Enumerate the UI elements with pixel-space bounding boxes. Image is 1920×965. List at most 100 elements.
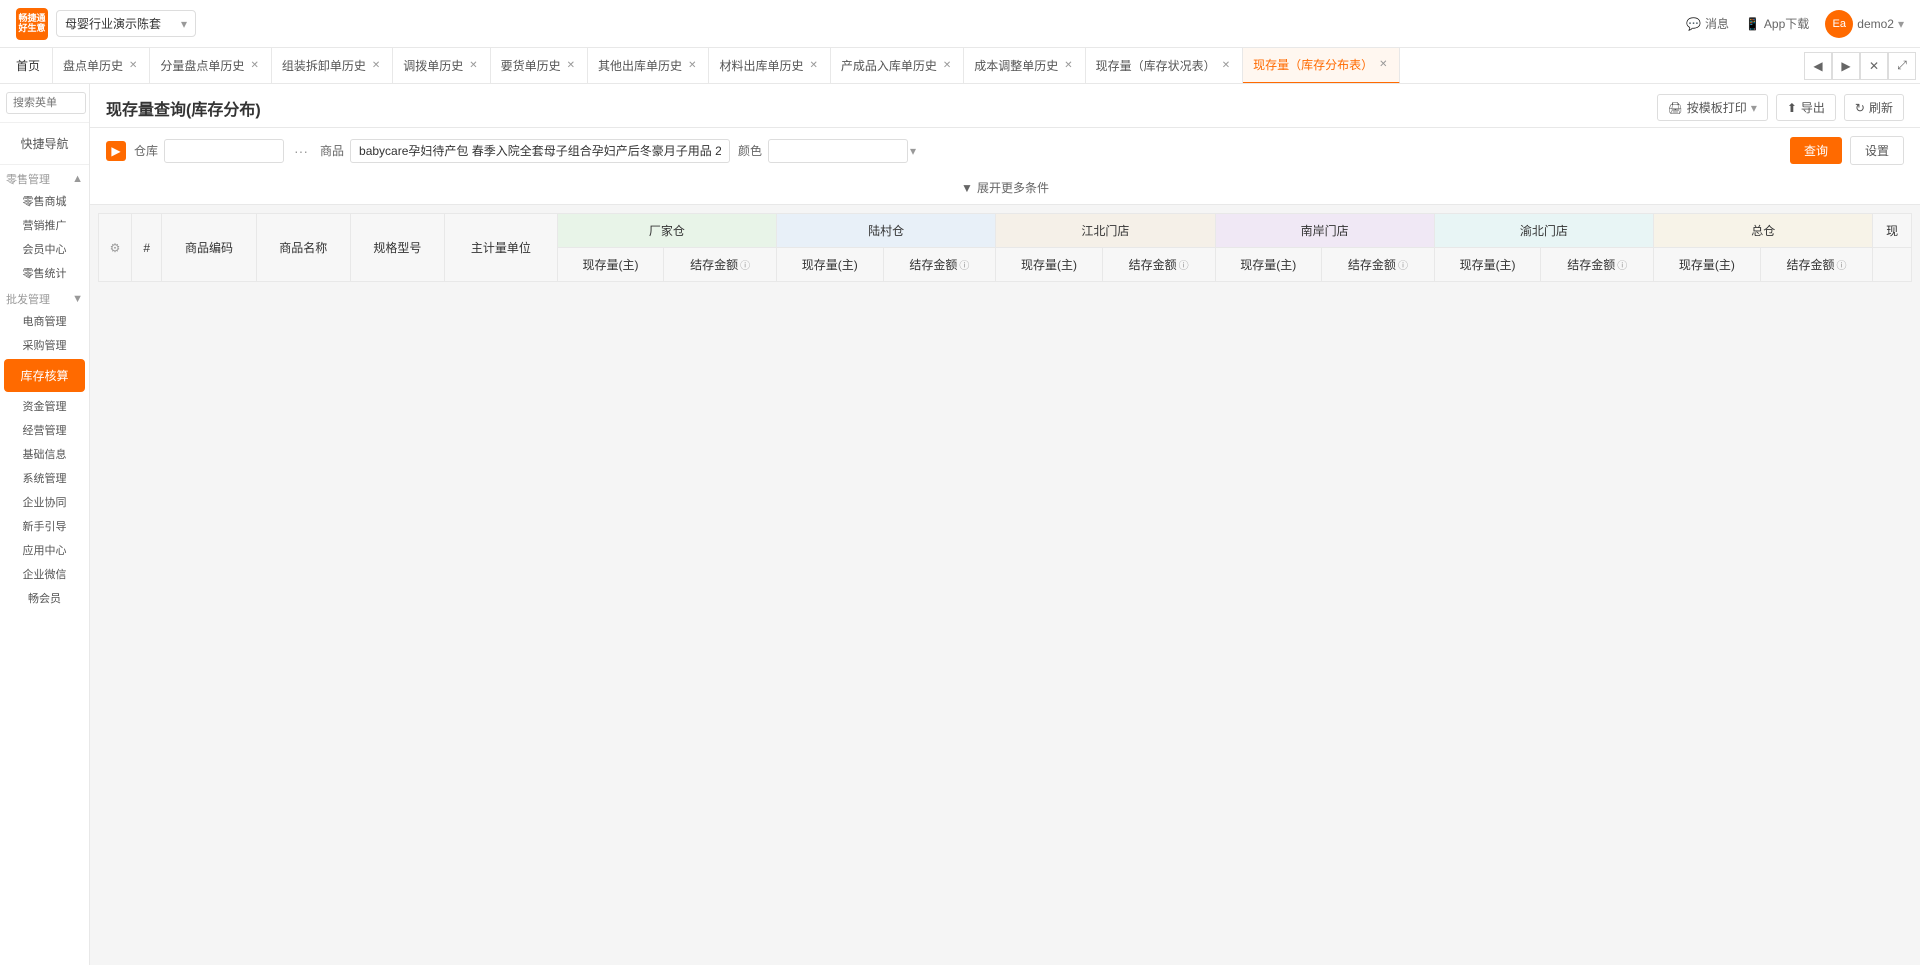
user-chevron-icon: ▾ — [1898, 17, 1904, 31]
tab-3[interactable]: 组装拆卸单历史 ✕ — [272, 48, 393, 84]
sidebar-quick-nav: 快捷导航 — [0, 123, 89, 165]
tab-prev-button[interactable]: ◀ — [1804, 52, 1832, 80]
settings-gear-icon[interactable]: ⚙ — [105, 238, 125, 258]
sidebar-item-collab[interactable]: 企业协同 — [0, 490, 89, 514]
refresh-button[interactable]: ↻ 刷新 — [1844, 94, 1904, 121]
warehouse-label: 仓库 — [134, 142, 158, 159]
nanan-info-icon[interactable]: ⓘ — [1398, 257, 1408, 272]
logo-area: 畅捷通好生意 — [16, 8, 48, 40]
query-button[interactable]: 查询 — [1790, 137, 1842, 164]
tab-1-close[interactable]: ✕ — [127, 58, 139, 73]
sidebar-item-purchase[interactable]: 采购管理 — [0, 333, 89, 357]
color-input[interactable] — [768, 139, 908, 163]
tab-4-close[interactable]: ✕ — [467, 58, 479, 73]
changjia-info-icon[interactable]: ⓘ — [740, 257, 750, 272]
sidebar-item-ecommerce[interactable]: 电商管理 — [0, 309, 89, 333]
tab-10[interactable]: 现存量（库存状况表） ✕ — [1086, 48, 1243, 84]
sidebar-item-apps[interactable]: 应用中心 — [0, 538, 89, 562]
sidebar-item-retail-mgmt[interactable]: 零售管理 ▲ — [0, 165, 89, 189]
tab-2-label: 分量盘点单历史 — [160, 57, 244, 74]
sidebar-item-quick-nav[interactable]: 快捷导航 — [0, 127, 89, 160]
industry-selector[interactable]: 母婴行业演示陈套 ▾ — [56, 10, 196, 37]
tab-11-close[interactable]: ✕ — [1377, 57, 1389, 72]
tab-2-close[interactable]: ✕ — [248, 58, 260, 73]
tab-5[interactable]: 要货单历史 ✕ — [491, 48, 588, 84]
tab-8-close[interactable]: ✕ — [941, 58, 953, 73]
tab-7-close[interactable]: ✕ — [807, 58, 819, 73]
warehouse-input[interactable] — [164, 139, 284, 163]
yubei-info-icon[interactable]: ⓘ — [1617, 257, 1627, 272]
jiangbei-info-icon[interactable]: ⓘ — [1179, 257, 1189, 272]
settings-button[interactable]: 设置 — [1850, 136, 1904, 165]
sidebar-item-guide[interactable]: 新手引导 — [0, 514, 89, 538]
product-filter: 商品 — [320, 139, 730, 163]
tab-9[interactable]: 成本调整单历史 ✕ — [964, 48, 1085, 84]
th-spec: 规格型号 — [350, 214, 444, 282]
tab-5-close[interactable]: ✕ — [565, 58, 577, 73]
th-settings[interactable]: ⚙ — [99, 214, 132, 282]
print-icon: 🖨 — [1668, 101, 1683, 115]
top-bar: 畅捷通好生意 母婴行业演示陈套 ▾ 💬 消息 📱 App下载 Ea demo2 … — [0, 0, 1920, 48]
sidebar-item-retail-stats[interactable]: 零售统计 — [0, 261, 89, 285]
sidebar-item-member2[interactable]: 畅会员 — [0, 586, 89, 610]
tab-3-close[interactable]: ✕ — [370, 58, 382, 73]
message-button[interactable]: 💬 消息 — [1686, 15, 1729, 32]
expand-more-button[interactable]: ▼ 展开更多条件 — [961, 179, 1049, 196]
tab-6[interactable]: 其他出库单历史 ✕ — [588, 48, 709, 84]
phone-icon: 📱 — [1745, 17, 1760, 31]
tab-6-close[interactable]: ✕ — [686, 58, 698, 73]
total-info-icon[interactable]: ⓘ — [1836, 257, 1846, 272]
color-label: 颜色 — [738, 142, 762, 159]
th-group-lucun: 陆村仓 — [777, 214, 996, 248]
sidebar-item-finance[interactable]: 资金管理 — [0, 394, 89, 418]
th-group-nanan: 南岸门店 — [1215, 214, 1434, 248]
tab-7[interactable]: 材料出库单历史 ✕ — [709, 48, 830, 84]
sidebar-item-member[interactable]: 会员中心 — [0, 237, 89, 261]
sidebar-item-wechat[interactable]: 企业微信 — [0, 562, 89, 586]
message-label: 消息 — [1705, 15, 1729, 32]
tab-2[interactable]: 分量盘点单历史 ✕ — [150, 48, 271, 84]
sidebar-item-inventory[interactable]: 库存核算 — [4, 359, 85, 392]
sidebar-item-retail-store[interactable]: 零售商城 — [0, 189, 89, 213]
tab-11[interactable]: 现存量（库存分布表） ✕ — [1243, 48, 1400, 84]
warehouse-dots[interactable]: ··· — [290, 143, 312, 159]
app-download-button[interactable]: 📱 App下载 — [1745, 15, 1809, 32]
search-input[interactable] — [6, 92, 86, 114]
filter-row-1: ▶ 仓库 ··· 商品 颜色 ▾ 查询 设置 — [106, 136, 1904, 165]
tab-8[interactable]: 产成品入库单历史 ✕ — [831, 48, 964, 84]
chevron-down-icon: ▾ — [181, 17, 187, 31]
th-changjia-qty: 现存量(主) — [557, 248, 664, 282]
sidebar-item-marketing[interactable]: 营销推广 — [0, 213, 89, 237]
print-chevron-icon: ▾ — [1751, 101, 1757, 115]
logo-text-small: 畅捷通好生意 — [18, 14, 45, 34]
sidebar-item-basic[interactable]: 基础信息 — [0, 442, 89, 466]
tab-1[interactable]: 盘点单历史 ✕ — [53, 48, 150, 84]
tab-fullscreen-button[interactable]: ⤢ — [1888, 52, 1916, 80]
logo-icon: 畅捷通好生意 — [16, 8, 48, 40]
tab-next-button[interactable]: ▶ — [1832, 52, 1860, 80]
sidebar-item-wholesale[interactable]: 批发管理 ▼ — [0, 285, 89, 309]
tab-8-label: 产成品入库单历史 — [841, 57, 937, 74]
tab-9-close[interactable]: ✕ — [1062, 58, 1074, 73]
avatar-text: Ea — [1833, 18, 1846, 30]
tab-4[interactable]: 调拨单历史 ✕ — [393, 48, 490, 84]
page-header: 现存量查询(库存分布) 🖨 按模板打印 ▾ ⬆ 导出 ↻ 刷新 — [90, 84, 1920, 128]
tab-5-label: 要货单历史 — [501, 57, 561, 74]
filter-area: ▶ 仓库 ··· 商品 颜色 ▾ 查询 设置 — [90, 128, 1920, 205]
th-group-changjiaCun: 厂家仓 — [557, 214, 776, 248]
user-area[interactable]: Ea demo2 ▾ — [1825, 10, 1904, 38]
product-input[interactable] — [350, 139, 730, 163]
expand-filter-button[interactable]: ▶ — [106, 141, 126, 161]
export-button[interactable]: ⬆ 导出 — [1776, 94, 1836, 121]
message-icon: 💬 — [1686, 17, 1701, 31]
tab-10-close[interactable]: ✕ — [1220, 58, 1232, 73]
sidebar-item-ops[interactable]: 经营管理 — [0, 418, 89, 442]
sidebar-item-system[interactable]: 系统管理 — [0, 466, 89, 490]
print-button[interactable]: 🖨 按模板打印 ▾ — [1657, 94, 1768, 121]
tab-home[interactable]: 首页 — [4, 48, 53, 84]
sidebar-wholesale-label: 批发管理 — [6, 291, 50, 307]
tab-close-all-button[interactable]: ✕ — [1860, 52, 1888, 80]
tab-6-label: 其他出库单历史 — [598, 57, 682, 74]
lucun-info-icon[interactable]: ⓘ — [959, 257, 969, 272]
tab-1-label: 盘点单历史 — [63, 57, 123, 74]
